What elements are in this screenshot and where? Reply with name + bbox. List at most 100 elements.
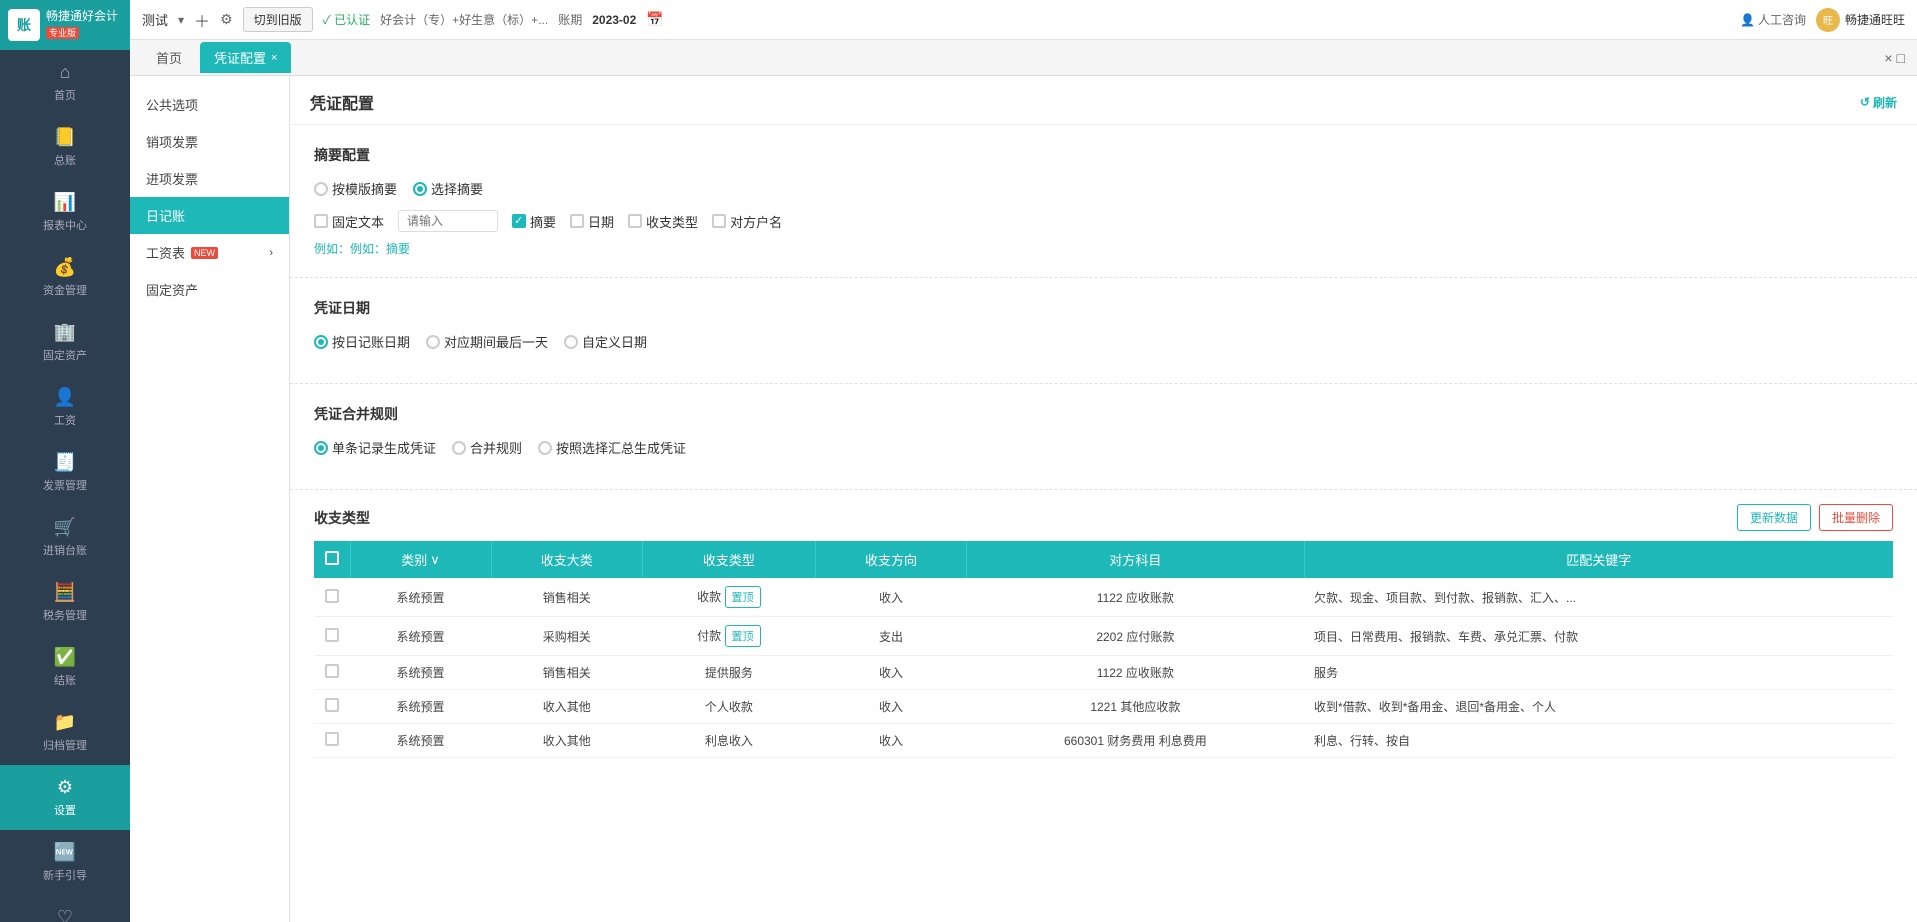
radio-select-total[interactable]: 按照选择汇总生成凭证 [538, 438, 686, 457]
sidebar-item-assets[interactable]: 🏢 固定资产 [0, 310, 130, 375]
checkbox-type-box [628, 214, 642, 228]
row-checkbox-4[interactable] [325, 732, 339, 746]
top-bar-gear-icon[interactable]: ⚙ [220, 11, 233, 28]
checkbox-summary[interactable]: 摘要 [512, 212, 556, 231]
payment-table-head: 类别 ∨ 收支大类 收支类型 收支方向 对方科目 匹配关键字 [314, 541, 1893, 578]
cell-type: 个人收款 [642, 690, 815, 724]
arrow-icon-salary_table: › [269, 247, 273, 259]
date-section: 凭证日期 按日记账日期 对应期间最后一天 自定义日期 [290, 278, 1917, 384]
th-keywords: 匹配关键字 [1304, 541, 1893, 578]
calendar-icon[interactable]: 📅 [646, 11, 663, 28]
merge-radio-group: 单条记录生成凭证 合并规则 按照选择汇总生成凭证 [314, 438, 1893, 457]
summary-radio-group: 按模版摘要 选择摘要 [314, 179, 1893, 198]
select-all-checkbox[interactable] [325, 551, 339, 565]
window-close-btn[interactable]: × [1884, 50, 1892, 66]
radio-custom-date[interactable]: 自定义日期 [564, 332, 647, 351]
sort-icon[interactable]: ∨ [430, 552, 440, 568]
sidebar-item-reports[interactable]: 📊 报表中心 [0, 180, 130, 245]
checkbox-fixed-text-box [314, 214, 328, 228]
left-nav-item-purchase_invoice[interactable]: 进项发票 [130, 160, 289, 197]
row-checkbox-3[interactable] [325, 698, 339, 712]
top-bar-dropdown[interactable]: ▾ [178, 13, 184, 27]
row-checkbox-1[interactable] [325, 628, 339, 642]
period-label: 账期 [558, 11, 582, 28]
cell-keywords: 服务 [1304, 656, 1893, 690]
sidebar-logo: 账 畅捷通好会计 专业版 [0, 0, 130, 50]
radio-journal-date-circle [314, 335, 328, 349]
sidebar-icon-reports: 📊 [54, 192, 76, 213]
radio-select-total-circle [538, 441, 552, 455]
table-row: 系统预置采购相关付款 置顶支出2202 应付账款项目、日常费用、报销款、车费、承… [314, 617, 1893, 656]
sidebar-item-member[interactable]: ♡ 畅会员 [0, 895, 130, 922]
radio-single[interactable]: 单条记录生成凭证 [314, 438, 436, 457]
th-major: 收支大类 [491, 541, 642, 578]
sidebar-item-ledger[interactable]: 📒 总账 [0, 115, 130, 180]
payment-actions: 更新数据 批量删除 [1737, 504, 1893, 531]
radio-custom-date-circle [564, 335, 578, 349]
payment-title: 收支类型 [314, 508, 370, 528]
sidebar-icon-member: ♡ [57, 907, 73, 922]
checkbox-date[interactable]: 日期 [570, 212, 614, 231]
refresh-icon: ↺ [1860, 95, 1870, 109]
sidebar-item-settle[interactable]: ✅ 结账 [0, 635, 130, 700]
update-data-btn[interactable]: 更新数据 [1737, 504, 1811, 531]
top-bar-add-icon[interactable]: ＋ [194, 8, 210, 32]
radio-period-last[interactable]: 对应期间最后一天 [426, 332, 548, 351]
row-checkbox-2[interactable] [325, 664, 339, 678]
radio-template-summary[interactable]: 按模版摘要 [314, 179, 397, 198]
left-nav-item-sales_invoice[interactable]: 销项发票 [130, 123, 289, 160]
checkbox-type[interactable]: 收支类型 [628, 212, 698, 231]
radio-select-summary[interactable]: 选择摘要 [413, 179, 483, 198]
radio-merge-rule[interactable]: 合并规则 [452, 438, 522, 457]
sidebar-item-tax[interactable]: 🧮 税务管理 [0, 570, 130, 635]
certified-badge: ✓ 已认证 [323, 11, 371, 28]
radio-period-last-circle [426, 335, 440, 349]
logo-text: 畅捷通好会计 专业版 [46, 9, 118, 40]
checkbox-fixed-text[interactable]: 固定文本 [314, 212, 384, 231]
sidebar-item-funds[interactable]: 💰 资金管理 [0, 245, 130, 310]
refresh-btn[interactable]: ↺ 刷新 [1860, 94, 1897, 111]
top-tag-btn[interactable]: 置顶 [725, 586, 761, 608]
left-nav-item-journal[interactable]: 日记账 [130, 197, 289, 234]
sidebar-item-archive[interactable]: 📁 归档管理 [0, 700, 130, 765]
top-tag-btn[interactable]: 置顶 [725, 625, 761, 647]
left-nav-item-fixed_assets[interactable]: 固定资产 [130, 271, 289, 308]
sidebar-item-invoice[interactable]: 🧾 发票管理 [0, 440, 130, 505]
table-row: 系统预置销售相关提供服务收入1122 应收账款服务 [314, 656, 1893, 690]
tab-home[interactable]: 首页 [142, 42, 196, 73]
cell-category: 系统预置 [350, 690, 491, 724]
fixed-text-input[interactable] [398, 210, 498, 232]
sidebar-label-tax: 税务管理 [43, 607, 87, 623]
cell-keywords: 利息、行转、按自 [1304, 724, 1893, 758]
sidebar-icon-purchase: 🛒 [54, 517, 76, 538]
table-row: 系统预置收入其他利息收入收入660301 财务费用 利息费用利息、行转、按自 [314, 724, 1893, 758]
th-category: 类别 ∨ [350, 541, 491, 578]
sidebar-label-home: 首页 [54, 87, 76, 103]
row-checkbox-0[interactable] [325, 589, 339, 603]
left-nav-item-salary_table[interactable]: 工资表NEW› [130, 234, 289, 271]
cell-type: 提供服务 [642, 656, 815, 690]
sidebar-item-home[interactable]: ⌂ 首页 [0, 50, 130, 115]
date-title: 凭证日期 [314, 298, 1893, 318]
user-menu[interactable]: 旺 畅捷通旺旺 [1816, 8, 1905, 32]
checkbox-counterparty[interactable]: 对方户名 [712, 212, 782, 231]
sidebar-item-purchase[interactable]: 🛒 进销台账 [0, 505, 130, 570]
cell-account: 2202 应付账款 [967, 617, 1304, 656]
checkbox-counterparty-box [712, 214, 726, 228]
sidebar-icon-salary: 👤 [54, 387, 76, 408]
batch-delete-btn[interactable]: 批量删除 [1819, 504, 1893, 531]
help-btn[interactable]: 👤 人工咨询 [1740, 11, 1806, 28]
sidebar-icon-guide: 🆕 [54, 842, 76, 863]
radio-journal-date[interactable]: 按日记账日期 [314, 332, 410, 351]
left-nav-label-public: 公共选项 [146, 95, 198, 114]
cell-major: 收入其他 [491, 690, 642, 724]
sidebar-label-purchase: 进销台账 [43, 542, 87, 558]
sidebar-item-guide[interactable]: 🆕 新手引导 [0, 830, 130, 895]
sidebar-item-salary[interactable]: 👤 工资 [0, 375, 130, 440]
tab-close-icon[interactable]: × [271, 52, 277, 64]
left-nav-item-public[interactable]: 公共选项 [130, 86, 289, 123]
switch-old-version-btn[interactable]: 切到旧版 [243, 7, 313, 32]
tab-voucher-config[interactable]: 凭证配置 × [200, 42, 291, 73]
sidebar-item-settings[interactable]: ⚙ 设置 [0, 765, 130, 830]
window-expand-btn[interactable]: □ [1897, 50, 1905, 66]
